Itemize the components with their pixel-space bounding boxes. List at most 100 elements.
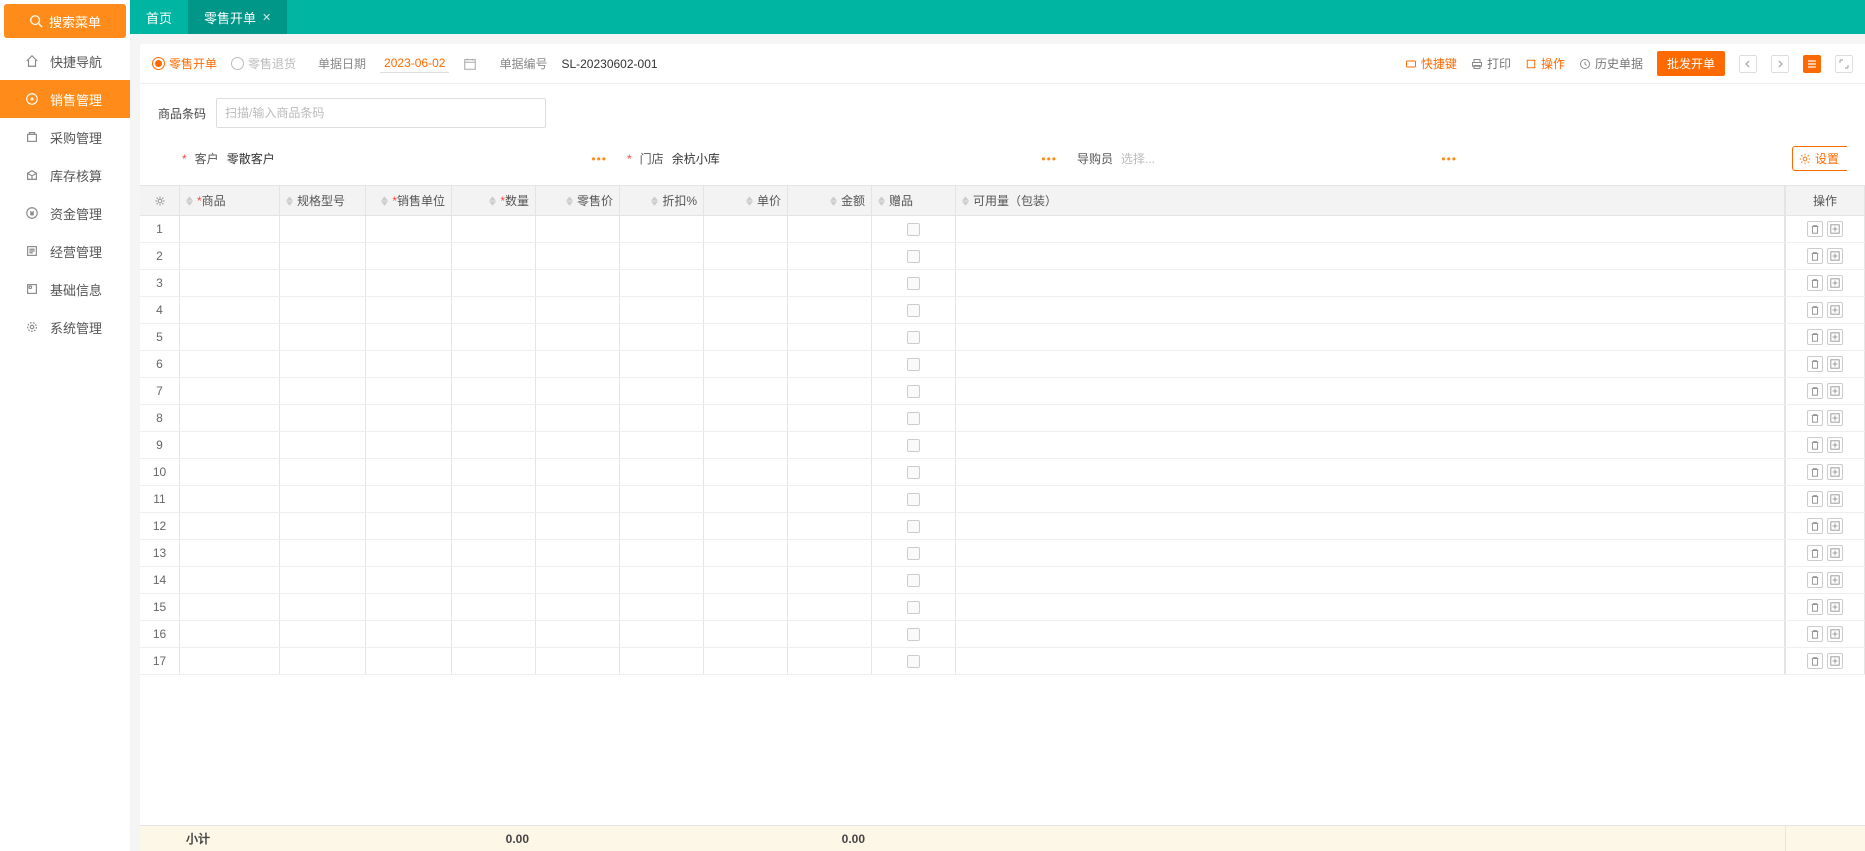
add-row-icon[interactable] [1827,410,1843,426]
delete-icon[interactable] [1807,464,1823,480]
delete-icon[interactable] [1807,221,1823,237]
delete-icon[interactable] [1807,518,1823,534]
add-row-icon[interactable] [1827,248,1843,264]
cell-discount[interactable] [620,567,704,593]
guide-picker-icon[interactable]: ••• [1441,152,1477,166]
cell-product[interactable] [180,513,280,539]
list-view-icon[interactable] [1803,55,1821,73]
cell-qty[interactable] [452,459,536,485]
sidebar-item-system[interactable]: 系统管理 [0,308,130,346]
sidebar-item-operation[interactable]: 经营管理 [0,232,130,270]
expand-icon[interactable] [1835,55,1853,73]
add-row-icon[interactable] [1827,599,1843,615]
operate-link[interactable]: 操作 [1525,55,1565,72]
tab-retail-order[interactable]: 零售开单 ✕ [188,0,287,34]
cell-gift[interactable] [872,648,956,674]
cell-qty[interactable] [452,405,536,431]
cell-amount[interactable] [788,621,872,647]
table-row[interactable]: 6 [140,351,1865,378]
cell-discount[interactable] [620,486,704,512]
cell-product[interactable] [180,648,280,674]
cell-product[interactable] [180,594,280,620]
date-value[interactable]: 2023-06-02 [380,54,449,73]
sidebar-item-inventory[interactable]: 库存核算 [0,156,130,194]
th-amount[interactable]: 金额 [788,186,872,215]
cell-qty[interactable] [452,270,536,296]
cell-spec[interactable] [280,432,366,458]
cell-unit[interactable] [366,513,452,539]
add-row-icon[interactable] [1827,221,1843,237]
table-row[interactable]: 7 [140,378,1865,405]
cell-retail-price[interactable] [536,324,620,350]
checkbox-icon[interactable] [907,547,920,560]
settings-button[interactable]: 设置 [1792,146,1847,171]
cell-gift[interactable] [872,594,956,620]
cell-amount[interactable] [788,405,872,431]
cell-retail-price[interactable] [536,648,620,674]
table-row[interactable]: 17 [140,648,1865,675]
checkbox-icon[interactable] [907,439,920,452]
search-menu-button[interactable]: 搜索菜单 [4,4,126,38]
calendar-icon[interactable] [463,57,477,71]
checkbox-icon[interactable] [907,331,920,344]
cell-spec[interactable] [280,540,366,566]
cell-spec[interactable] [280,270,366,296]
checkbox-icon[interactable] [907,412,920,425]
cell-amount[interactable] [788,324,872,350]
cell-amount[interactable] [788,648,872,674]
cell-retail-price[interactable] [536,378,620,404]
add-row-icon[interactable] [1827,572,1843,588]
cell-unit[interactable] [366,594,452,620]
cell-product[interactable] [180,459,280,485]
th-available[interactable]: 可用量（包装） [956,186,1785,215]
cell-qty[interactable] [452,324,536,350]
sidebar-item-quicknav[interactable]: 快捷导航 [0,42,130,80]
delete-icon[interactable] [1807,275,1823,291]
cell-product[interactable] [180,378,280,404]
cell-unit[interactable] [366,648,452,674]
th-product[interactable]: *商品 [180,186,280,215]
cell-unit[interactable] [366,459,452,485]
table-row[interactable]: 5 [140,324,1865,351]
table-row[interactable]: 10 [140,459,1865,486]
delete-icon[interactable] [1807,491,1823,507]
cell-product[interactable] [180,216,280,242]
sidebar-item-purchase[interactable]: 采购管理 [0,118,130,156]
cell-spec[interactable] [280,621,366,647]
checkbox-icon[interactable] [907,574,920,587]
cell-unit-price[interactable] [704,486,788,512]
cell-gift[interactable] [872,540,956,566]
cell-unit-price[interactable] [704,216,788,242]
cell-unit[interactable] [366,351,452,377]
cell-qty[interactable] [452,594,536,620]
cell-spec[interactable] [280,594,366,620]
cell-qty[interactable] [452,513,536,539]
close-icon[interactable]: ✕ [262,11,271,24]
add-row-icon[interactable] [1827,437,1843,453]
delete-icon[interactable] [1807,437,1823,453]
cell-product[interactable] [180,486,280,512]
checkbox-icon[interactable] [907,655,920,668]
th-qty[interactable]: *数量 [452,186,536,215]
table-row[interactable]: 14 [140,567,1865,594]
cell-retail-price[interactable] [536,459,620,485]
batch-order-button[interactable]: 批发开单 [1657,51,1725,76]
th-spec[interactable]: 规格型号 [280,186,366,215]
cell-product[interactable] [180,243,280,269]
cell-amount[interactable] [788,513,872,539]
cell-retail-price[interactable] [536,405,620,431]
delete-icon[interactable] [1807,572,1823,588]
customer-picker-icon[interactable]: ••• [591,152,627,166]
cell-unit-price[interactable] [704,243,788,269]
cell-unit-price[interactable] [704,432,788,458]
cell-retail-price[interactable] [536,270,620,296]
th-gear[interactable] [140,186,180,215]
cell-product[interactable] [180,432,280,458]
cell-retail-price[interactable] [536,594,620,620]
cell-discount[interactable] [620,432,704,458]
cell-unit[interactable] [366,243,452,269]
cell-qty[interactable] [452,648,536,674]
cell-unit-price[interactable] [704,513,788,539]
delete-icon[interactable] [1807,653,1823,669]
cell-qty[interactable] [452,432,536,458]
